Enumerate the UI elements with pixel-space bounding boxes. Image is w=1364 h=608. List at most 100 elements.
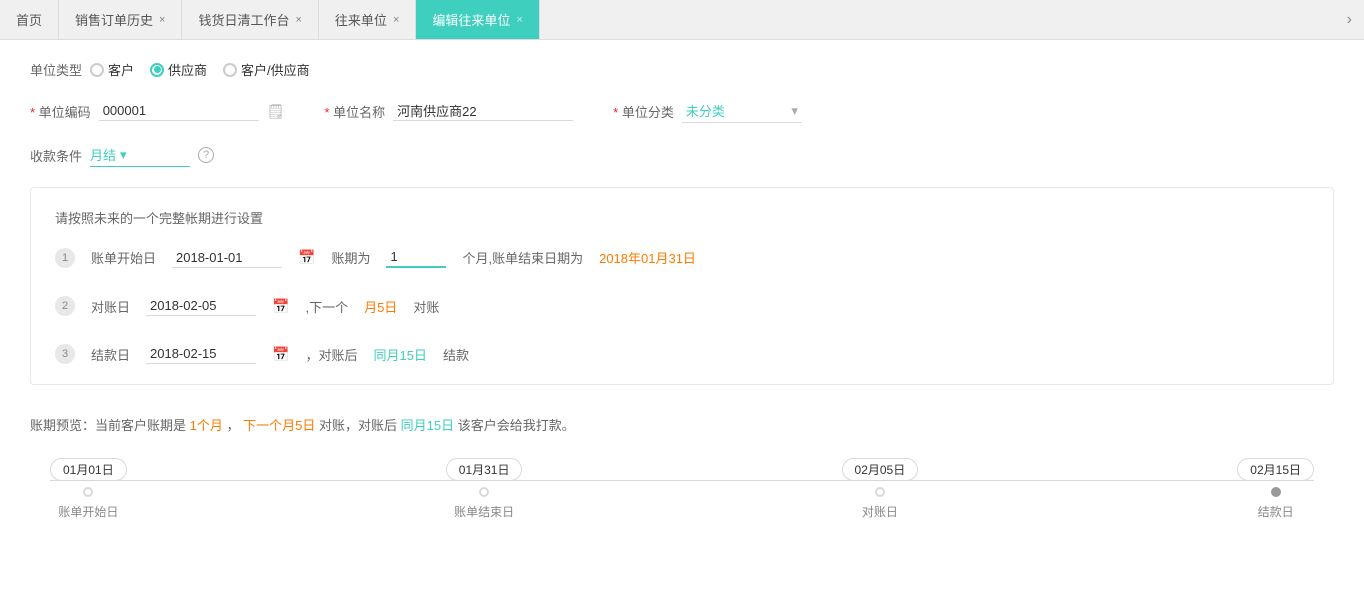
period-label-1: 账单开始日 <box>91 248 156 267</box>
preview-part3: 同月15日 <box>401 418 454 433</box>
unit-category-dropdown-icon: ▾ <box>791 103 798 119</box>
timeline-date-1: 01月01日 <box>50 458 127 481</box>
radio-supplier-label: 供应商 <box>168 60 207 79</box>
period-box: 请按照未来的一个完整帐期进行设置 1 账单开始日 📅 账期为 个月,账单结束日期… <box>30 187 1334 385</box>
period-desc-3-suffix: 结款 <box>443 345 469 364</box>
unit-name-label: 单位名称 <box>324 102 385 121</box>
tab-home-label: 首页 <box>16 10 42 29</box>
preview-part2: 下一个月5日 <box>243 418 315 433</box>
tab-cash-work[interactable]: 钱货日清工作台 × <box>182 0 318 39</box>
unit-category-select[interactable]: 未分类 ▾ <box>682 99 802 123</box>
preview-text: 账期预览：当前客户账期是 1个月 ， 下一个月5日 对账，对账后 同月15日 该… <box>30 415 1334 434</box>
unit-code-label: 单位编码 <box>30 102 91 121</box>
timeline-dot-1 <box>83 487 93 497</box>
period-label-3: 结款日 <box>91 345 130 364</box>
tab-partner[interactable]: 往来单位 × <box>319 0 416 39</box>
timeline-date-4: 02月15日 <box>1237 458 1314 481</box>
unit-name-field: 单位名称 <box>324 101 573 121</box>
tab-cash-work-close[interactable]: × <box>295 14 301 26</box>
help-icon[interactable]: ? <box>198 147 214 163</box>
timeline-label-2: 账单结束日 <box>454 503 514 520</box>
tab-expand-button[interactable]: › <box>1335 11 1364 29</box>
period-desc-2-suffix: 对账 <box>413 297 439 316</box>
payment-condition-field: 收款条件 月结 ▾ ? <box>30 143 214 167</box>
period-row-1: 1 账单开始日 📅 账期为 个月,账单结束日期为 2018年01月31日 <box>55 247 1309 268</box>
period-desc-2-prefix: ,下一个 <box>305 297 348 316</box>
unit-code-input[interactable] <box>99 101 259 121</box>
timeline-dot-4 <box>1271 487 1281 497</box>
period-num-1: 1 <box>55 248 75 268</box>
timeline-item-2: 01月31日 账单结束日 <box>446 458 523 520</box>
tab-sales-history-label: 销售订单历史 <box>75 10 153 29</box>
payment-date-input[interactable] <box>146 344 256 364</box>
tab-cash-work-label: 钱货日清工作台 <box>198 10 289 29</box>
unit-type-row: 单位类型 客户 供应商 客户/供应商 <box>30 60 1334 79</box>
reconcile-date-input[interactable] <box>146 296 256 316</box>
timeline-label-1: 账单开始日 <box>58 503 118 520</box>
timeline-container: 01月01日 账单开始日 01月31日 账单结束日 02月05日 对账日 02月… <box>30 458 1334 520</box>
preview-sep1: ， <box>227 418 240 433</box>
period-num-2: 2 <box>55 296 75 316</box>
payment-condition-label: 收款条件 <box>30 146 82 165</box>
tab-bar: 首页 销售订单历史 × 钱货日清工作台 × 往来单位 × 编辑往来单位 × › <box>0 0 1364 40</box>
radio-customer-supplier[interactable]: 客户/供应商 <box>223 60 310 79</box>
reconcile-highlight: 月5日 <box>364 297 397 316</box>
period-row-3: 3 结款日 📅 ，对账后 同月15日 结款 <box>55 344 1309 364</box>
unit-type-field: 单位类型 客户 供应商 客户/供应商 <box>30 60 310 79</box>
tab-edit-partner-label: 编辑往来单位 <box>432 10 510 29</box>
timeline-date-3: 02月05日 <box>842 458 919 481</box>
preview-section: 账期预览：当前客户账期是 1个月 ， 下一个月5日 对账，对账后 同月15日 该… <box>30 405 1334 530</box>
timeline-label-4: 结款日 <box>1258 503 1294 520</box>
start-date-cal-icon[interactable]: 📅 <box>298 249 315 266</box>
timeline-item-3: 02月05日 对账日 <box>842 458 919 520</box>
period-desc-3-prefix: ，对账后 <box>305 345 357 364</box>
period-desc-1-suffix: 个月,账单结束日期为 <box>462 248 583 267</box>
payment-date-cal-icon[interactable]: 📅 <box>272 346 289 363</box>
period-title: 请按照未来的一个完整帐期进行设置 <box>55 208 1309 227</box>
timeline-item-1: 01月01日 账单开始日 <box>50 458 127 520</box>
period-label-2: 对账日 <box>91 297 130 316</box>
tab-edit-partner-close[interactable]: × <box>516 14 522 26</box>
month-input[interactable] <box>386 247 446 268</box>
tab-edit-partner[interactable]: 编辑往来单位 × <box>416 0 539 39</box>
unit-name-input[interactable] <box>393 101 573 121</box>
radio-customer-supplier-circle <box>223 63 237 77</box>
period-num-3: 3 <box>55 344 75 364</box>
timeline-date-2: 01月31日 <box>446 458 523 481</box>
code-name-row: 单位编码 🗒 单位名称 单位分类 未分类 ▾ <box>30 99 1334 123</box>
radio-customer-supplier-label: 客户/供应商 <box>241 60 310 79</box>
end-date-highlight: 2018年01月31日 <box>599 248 696 267</box>
tab-sales-history-close[interactable]: × <box>159 14 165 26</box>
unit-category-value: 未分类 <box>686 101 787 120</box>
preview-label: 账期预览：当前客户账期是 <box>30 418 186 433</box>
radio-supplier-circle <box>150 63 164 77</box>
payment-highlight: 同月15日 <box>373 345 426 364</box>
unit-category-label: 单位分类 <box>613 102 674 121</box>
reconcile-date-cal-icon[interactable]: 📅 <box>272 298 289 315</box>
tab-home[interactable]: 首页 <box>0 0 59 39</box>
radio-supplier[interactable]: 供应商 <box>150 60 207 79</box>
payment-condition-value: 月结 <box>90 145 116 164</box>
start-date-input[interactable] <box>172 248 282 268</box>
preview-sep2: 对账，对账后 <box>319 418 401 433</box>
tab-partner-label: 往来单位 <box>335 10 387 29</box>
radio-customer-circle <box>90 63 104 77</box>
preview-part1: 1个月 <box>190 418 223 433</box>
payment-condition-select[interactable]: 月结 ▾ <box>90 143 190 167</box>
payment-row: 收款条件 月结 ▾ ? <box>30 143 1334 167</box>
tab-partner-close[interactable]: × <box>393 14 399 26</box>
unit-type-radio-group: 客户 供应商 客户/供应商 <box>90 60 310 79</box>
period-row-2: 2 对账日 📅 ,下一个月5日 对账 <box>55 296 1309 316</box>
unit-code-icon[interactable]: 🗒 <box>267 103 285 120</box>
tab-sales-history[interactable]: 销售订单历史 × <box>59 0 182 39</box>
timeline-dot-3 <box>875 487 885 497</box>
timeline-dot-2 <box>479 487 489 497</box>
timeline-item-4: 02月15日 结款日 <box>1237 458 1314 520</box>
unit-type-label: 单位类型 <box>30 60 82 79</box>
unit-category-field: 单位分类 未分类 ▾ <box>613 99 802 123</box>
timeline-label-3: 对账日 <box>862 503 898 520</box>
radio-customer[interactable]: 客户 <box>90 60 134 79</box>
unit-code-field: 单位编码 🗒 <box>30 101 284 121</box>
period-desc-1-prefix: 账期为 <box>331 248 370 267</box>
payment-condition-dropdown-icon: ▾ <box>120 147 127 163</box>
